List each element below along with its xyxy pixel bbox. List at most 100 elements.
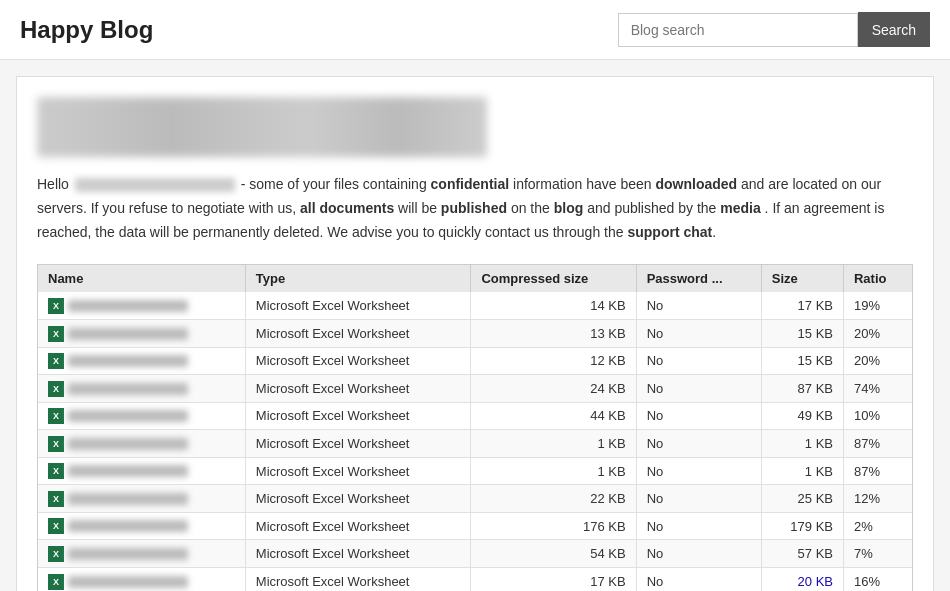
table-row: XMicrosoft Excel Worksheet12 KBNo15 KB20… [38, 347, 912, 375]
cell-name: X [38, 402, 245, 430]
cell-password: No [636, 568, 761, 591]
table-row: XMicrosoft Excel Worksheet24 KBNo87 KB74… [38, 375, 912, 403]
blurred-filename [68, 410, 188, 422]
cell-type: Microsoft Excel Worksheet [245, 347, 471, 375]
cell-compressed: 22 KB [471, 485, 636, 513]
cell-compressed: 24 KB [471, 375, 636, 403]
body-text-7: and published by the [587, 200, 716, 216]
cell-type: Microsoft Excel Worksheet [245, 319, 471, 347]
cell-ratio: 2% [843, 512, 912, 540]
cell-name: X [38, 430, 245, 458]
body-text-5: will be [398, 200, 437, 216]
cell-size: 15 KB [761, 319, 843, 347]
search-area: Search [618, 12, 930, 47]
body-bold-support-chat: support chat [627, 224, 712, 240]
cell-password: No [636, 375, 761, 403]
cell-password: No [636, 319, 761, 347]
cell-ratio: 19% [843, 292, 912, 319]
table-row: X Microsoft Excel Worksheet13 KBNo15 KB20… [38, 319, 912, 347]
search-input[interactable] [618, 13, 858, 47]
cell-size: 57 KB [761, 540, 843, 568]
cell-ratio: 20% [843, 319, 912, 347]
cell-size: 179 KB [761, 512, 843, 540]
cell-compressed: 13 KB [471, 319, 636, 347]
post-card: Hello - some of your files containing co… [16, 76, 934, 591]
table-row: XMicrosoft Excel Worksheet1 KBNo1 KB87% [38, 457, 912, 485]
body-bold-confidential: confidential [431, 176, 510, 192]
col-size: Size [761, 265, 843, 292]
blurred-name [75, 178, 235, 192]
cell-size: 87 KB [761, 375, 843, 403]
table-row: XMicrosoft Excel Worksheet44 KBNo49 KB10… [38, 402, 912, 430]
excel-icon: X [48, 463, 64, 479]
cell-password: No [636, 430, 761, 458]
cell-type: Microsoft Excel Worksheet [245, 485, 471, 513]
cell-password: No [636, 512, 761, 540]
post-header-image [37, 97, 487, 157]
cell-size: 1 KB [761, 430, 843, 458]
body-bold-downloaded: downloaded [655, 176, 737, 192]
cell-size: 49 KB [761, 402, 843, 430]
blurred-filename [68, 576, 188, 588]
cell-type: Microsoft Excel Worksheet [245, 375, 471, 403]
body-bold-media: media [720, 200, 760, 216]
col-password: Password ... [636, 265, 761, 292]
cell-size: 25 KB [761, 485, 843, 513]
excel-icon: X [48, 381, 64, 397]
site-title: Happy Blog [20, 16, 153, 44]
table-row: XMicrosoft Excel Worksheet54 KBNo57 KB7% [38, 540, 912, 568]
col-name: Name [38, 265, 245, 292]
body-bold-all-documents: all documents [300, 200, 394, 216]
cell-type: Microsoft Excel Worksheet [245, 512, 471, 540]
cell-compressed: 44 KB [471, 402, 636, 430]
cell-compressed: 1 KB [471, 430, 636, 458]
cell-ratio: 87% [843, 430, 912, 458]
excel-icon: X [48, 326, 64, 342]
cell-name: X [38, 319, 245, 347]
cell-size: 20 KB [761, 568, 843, 591]
body-bold-blog: blog [554, 200, 584, 216]
col-type: Type [245, 265, 471, 292]
cell-password: No [636, 457, 761, 485]
cell-ratio: 87% [843, 457, 912, 485]
post-body: Hello - some of your files containing co… [37, 173, 913, 244]
excel-icon: X [48, 491, 64, 507]
body-text-3: information have been [513, 176, 652, 192]
main-content: Hello - some of your files containing co… [0, 60, 950, 591]
blurred-filename [68, 493, 188, 505]
cell-type: Microsoft Excel Worksheet [245, 568, 471, 591]
size-link[interactable]: 20 KB [798, 574, 833, 589]
cell-name: X [38, 457, 245, 485]
cell-type: Microsoft Excel Worksheet [245, 457, 471, 485]
cell-name: X [38, 568, 245, 591]
cell-size: 15 KB [761, 347, 843, 375]
cell-size: 1 KB [761, 457, 843, 485]
body-text-2: - some of your files containing [241, 176, 427, 192]
search-button[interactable]: Search [858, 12, 930, 47]
blurred-filename [68, 328, 188, 340]
blurred-filename [68, 355, 188, 367]
blurred-filename [68, 520, 188, 532]
excel-icon: X [48, 408, 64, 424]
excel-icon: X [48, 436, 64, 452]
cell-password: No [636, 402, 761, 430]
excel-icon: X [48, 298, 64, 314]
body-text-6: on the [511, 200, 550, 216]
cell-compressed: 54 KB [471, 540, 636, 568]
cell-ratio: 16% [843, 568, 912, 591]
body-bold-published: published [441, 200, 507, 216]
cell-password: No [636, 485, 761, 513]
table-header: Name Type Compressed size Password ... S… [38, 265, 912, 292]
excel-icon: X [48, 546, 64, 562]
cell-compressed: 14 KB [471, 292, 636, 319]
blurred-filename [68, 465, 188, 477]
body-text-9: . [712, 224, 716, 240]
cell-name: X [38, 347, 245, 375]
blurred-filename [68, 438, 188, 450]
cell-name: X [38, 292, 245, 319]
cell-name: X [38, 512, 245, 540]
cell-compressed: 1 KB [471, 457, 636, 485]
col-ratio: Ratio [843, 265, 912, 292]
blurred-filename [68, 383, 188, 395]
cell-compressed: 12 KB [471, 347, 636, 375]
